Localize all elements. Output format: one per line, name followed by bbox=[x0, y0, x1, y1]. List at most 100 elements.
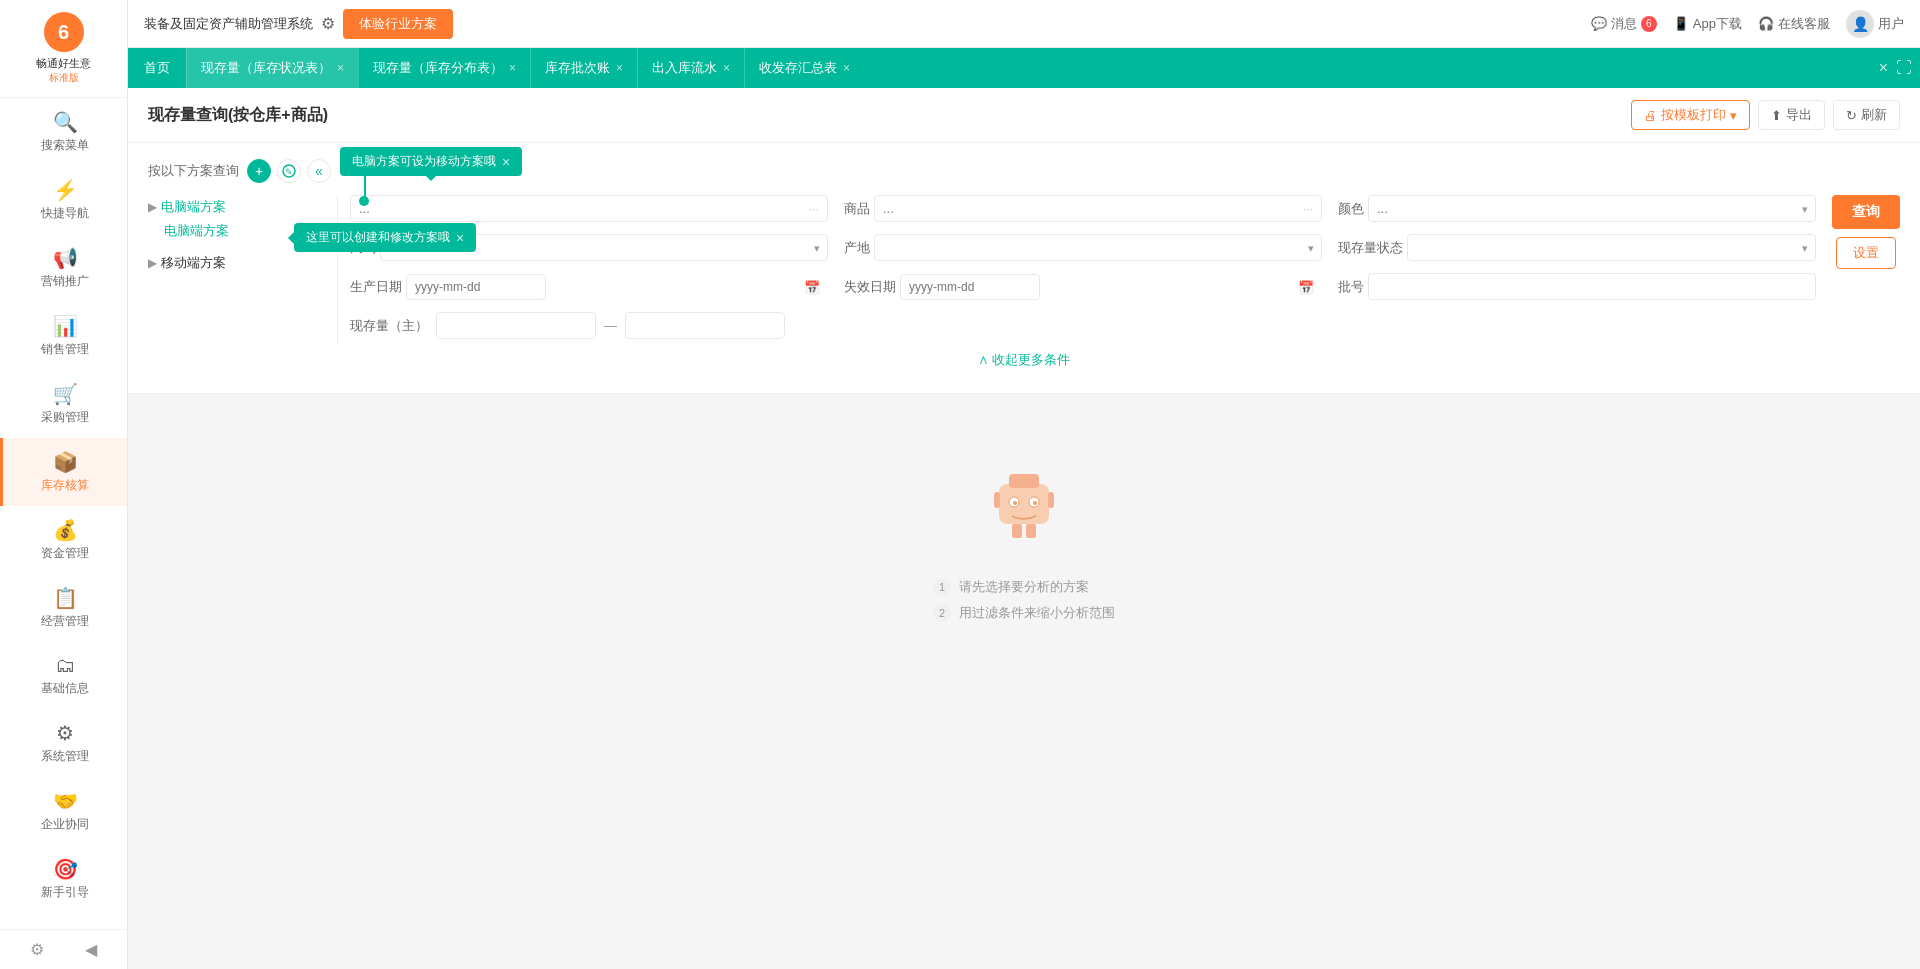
sidebar-item-sales[interactable]: 📊 销售管理 bbox=[0, 302, 127, 370]
search-btn[interactable]: 查询 bbox=[1832, 195, 1900, 229]
goods-label: 商品 bbox=[844, 200, 870, 218]
system-title: 装备及固定资产辅助管理系统 bbox=[144, 15, 313, 33]
sidebar-item-collab[interactable]: 🤝 企业协同 bbox=[0, 777, 127, 845]
tooltip-pc-scheme: 电脑方案可设为移动方案哦 × bbox=[340, 147, 522, 176]
sidebar-item-inventory[interactable]: 📦 库存核算 bbox=[0, 438, 127, 506]
tab-batch[interactable]: 库存批次账 × bbox=[530, 48, 637, 88]
trial-btn[interactable]: 体验行业方案 bbox=[343, 9, 453, 39]
sidebar-item-label: 经营管理 bbox=[41, 613, 89, 630]
back-btn[interactable]: « bbox=[307, 159, 331, 183]
notifications-item[interactable]: 💬 消息 6 bbox=[1591, 15, 1657, 33]
expire-calendar-icon[interactable]: 📅 bbox=[1298, 279, 1314, 294]
content-area: 现存量查询(按仓库+商品) 🖨 按模板打印 ▾ ⬆ 导出 ↻ 刷新 bbox=[128, 88, 1920, 969]
app-download-item[interactable]: 📱 App下载 bbox=[1673, 15, 1742, 33]
goods-field: 商品 ··· bbox=[844, 195, 1322, 222]
user-avatar: 👤 bbox=[1846, 10, 1874, 38]
stock-main-label: 现存量（主） bbox=[350, 317, 428, 335]
sidebar-item-finance[interactable]: 💰 资金管理 bbox=[0, 506, 127, 574]
headset-icon: 🎧 bbox=[1758, 16, 1774, 31]
app-header: 装备及固定资产辅助管理系统 ⚙ 体验行业方案 💬 消息 6 📱 App下载 🎧 … bbox=[128, 0, 1920, 48]
inventory-icon: 📦 bbox=[53, 450, 78, 474]
collab-icon: 🤝 bbox=[53, 789, 78, 813]
sidebar-item-guide[interactable]: 🎯 新手引导 bbox=[0, 845, 127, 913]
sidebar-item-search[interactable]: 🔍 搜索菜单 bbox=[0, 98, 127, 166]
add-scheme-btn[interactable]: + bbox=[247, 159, 271, 183]
online-support-item[interactable]: 🎧 在线客服 bbox=[1758, 15, 1830, 33]
sidebar-item-marketing[interactable]: 📢 营销推广 bbox=[0, 234, 127, 302]
settings-button[interactable]: ⚙ bbox=[30, 940, 44, 959]
hint-num-2: 2 bbox=[933, 604, 951, 622]
sidebar-item-system[interactable]: ⚙ 系统管理 bbox=[0, 709, 127, 777]
scheme-mobile-label: 移动端方案 bbox=[161, 254, 226, 272]
collapse-conditions-btn[interactable]: ∧ 收起更多条件 bbox=[148, 343, 1900, 377]
marketing-icon: 📢 bbox=[53, 246, 78, 270]
tab-inout-flow[interactable]: 出入库流水 × bbox=[637, 48, 744, 88]
tab-close-icon[interactable]: × bbox=[723, 61, 730, 75]
user-item[interactable]: 👤 用户 bbox=[1846, 10, 1904, 38]
stock-max-input[interactable] bbox=[625, 312, 785, 339]
tab-close-icon[interactable]: × bbox=[843, 61, 850, 75]
scheme-mobile-group[interactable]: ▶ 移动端方案 bbox=[148, 251, 325, 275]
sidebar-item-label: 系统管理 bbox=[41, 748, 89, 765]
tab-inventory-status[interactable]: 现存量（库存状况表） × bbox=[186, 48, 358, 88]
purchase-icon: 🛒 bbox=[53, 382, 78, 406]
scheme-pc-group[interactable]: ▶ 电脑端方案 bbox=[148, 195, 325, 219]
filter-panel: 按以下方案查询 + ✎ « 电脑方案可设为移动方案哦 × bbox=[128, 143, 1920, 394]
sidebar-item-label: 新手引导 bbox=[41, 884, 89, 901]
collapse-sidebar-button[interactable]: ◀ bbox=[85, 940, 97, 959]
edit-scheme-btn[interactable]: ✎ bbox=[277, 159, 301, 183]
tab-close-icon[interactable]: × bbox=[337, 61, 344, 75]
svg-point-7 bbox=[1033, 501, 1037, 505]
print-btn[interactable]: 🖨 按模板打印 ▾ bbox=[1631, 100, 1750, 130]
export-btn[interactable]: ⬆ 导出 bbox=[1758, 100, 1825, 130]
filter-body: ▶ 电脑端方案 电脑端方案 ▶ 移动端方案 bbox=[148, 195, 1900, 343]
color-input[interactable] bbox=[1368, 195, 1816, 222]
prod-date-input[interactable] bbox=[406, 274, 546, 300]
stock-min-input[interactable] bbox=[436, 312, 596, 339]
sidebar-item-label: 销售管理 bbox=[41, 341, 89, 358]
search-icon: 🔍 bbox=[53, 110, 78, 134]
tab-summary[interactable]: 收发存汇总表 × bbox=[744, 48, 864, 88]
tab-close-icon[interactable]: × bbox=[616, 61, 623, 75]
expire-date-input[interactable] bbox=[900, 274, 1040, 300]
goods-input[interactable] bbox=[883, 201, 1303, 216]
filter-label: 按以下方案查询 bbox=[148, 162, 239, 180]
empty-state: 1 请先选择要分析的方案 2 用过滤条件来缩小分析范围 bbox=[128, 394, 1920, 686]
page-title: 现存量查询(按仓库+商品) bbox=[148, 105, 328, 126]
reset-btn[interactable]: 设置 bbox=[1836, 237, 1896, 269]
origin-input[interactable] bbox=[874, 234, 1322, 261]
tab-inventory-dist[interactable]: 现存量（库存分布表） × bbox=[358, 48, 530, 88]
svg-point-6 bbox=[1013, 501, 1017, 505]
header-settings-icon[interactable]: ⚙ bbox=[321, 14, 335, 33]
refresh-btn[interactable]: ↻ 刷新 bbox=[1833, 100, 1900, 130]
calendar-icon[interactable]: 📅 bbox=[804, 279, 820, 294]
sidebar-item-purchase[interactable]: 🛒 采购管理 bbox=[0, 370, 127, 438]
tab-home[interactable]: 首页 bbox=[128, 48, 186, 88]
logo-area: 6 畅通好生意 标准版 bbox=[0, 0, 127, 98]
sidebar-item-ops[interactable]: 📋 经营管理 bbox=[0, 574, 127, 642]
stock-status-input[interactable] bbox=[1407, 234, 1816, 261]
hint-text-2: 用过滤条件来缩小分析范围 bbox=[959, 600, 1115, 626]
scheme-pc-label: 电脑端方案 bbox=[161, 198, 226, 216]
svg-rect-11 bbox=[1026, 524, 1036, 538]
fullscreen-icon[interactable]: ⛶ bbox=[1896, 59, 1912, 77]
chevron-down-icon: ▾ bbox=[1802, 202, 1808, 215]
batch-input[interactable] bbox=[1368, 273, 1816, 300]
close-all-icon[interactable]: × bbox=[1879, 59, 1888, 77]
sidebar-item-nav[interactable]: ⚡ 快捷导航 bbox=[0, 166, 127, 234]
sales-icon: 📊 bbox=[53, 314, 78, 338]
tooltip2-close[interactable]: × bbox=[456, 230, 464, 246]
tab-close-icon[interactable]: × bbox=[509, 61, 516, 75]
message-icon: 💬 bbox=[1591, 16, 1607, 31]
sidebar-bottom: ⚙ ◀ bbox=[0, 929, 127, 969]
tooltip1-close[interactable]: × bbox=[502, 154, 510, 170]
page-actions: 🖨 按模板打印 ▾ ⬆ 导出 ↻ 刷新 bbox=[1631, 100, 1900, 130]
sidebar-item-base[interactable]: 🗂 基础信息 bbox=[0, 642, 127, 709]
origin-field: 产地 ▾ bbox=[844, 234, 1322, 261]
chevron-up-icon: ∧ bbox=[978, 352, 989, 367]
more-icon: ··· bbox=[809, 202, 819, 216]
logo-icon: 6 bbox=[44, 12, 84, 52]
sidebar-item-label: 资金管理 bbox=[41, 545, 89, 562]
finance-icon: 💰 bbox=[53, 518, 78, 542]
svg-rect-8 bbox=[994, 492, 1000, 508]
